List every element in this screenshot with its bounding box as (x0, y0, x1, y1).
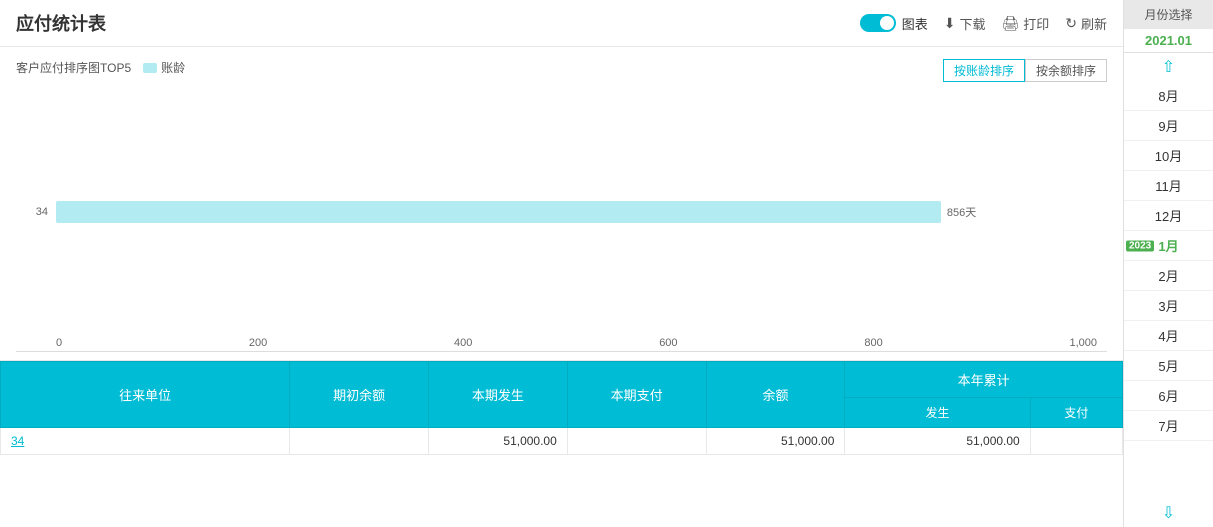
cell-opening (290, 428, 429, 455)
x-label-0: 0 (56, 337, 62, 349)
chart-sort-buttons: 按账龄排序 按余额排序 (943, 59, 1107, 82)
download-icon: ⬇ (944, 15, 956, 32)
bar-end-label-34: 856天 (947, 204, 976, 220)
year-badge: 2023 (1126, 240, 1154, 251)
x-label-400: 400 (454, 337, 472, 349)
cell-pay (567, 428, 706, 455)
sidebar-month-item[interactable]: 2月 (1124, 261, 1213, 291)
sidebar-month-item[interactable]: 8月 (1124, 81, 1213, 111)
sidebar-month-item[interactable]: 10月 (1124, 141, 1213, 171)
header-actions: 图表 ⬇ 下载 🖨 打印 ↻ 刷新 (860, 14, 1107, 33)
cell-balance: 51,000.00 (706, 428, 845, 455)
cell-ytd-occur: 51,000.00 (845, 428, 1030, 455)
table-section: 往来单位 期初余额 本期发生 本期支付 余额 本年累计 发生 支付 34 (0, 361, 1123, 527)
print-label: 打印 (1023, 14, 1049, 33)
chart-section: 客户应付排序图TOP5 账龄 按账龄排序 按余额排序 34 (0, 47, 1123, 361)
download-label: 下载 (959, 14, 985, 33)
chart-bar-area: 856天 (56, 92, 1097, 331)
col-ytd-pay-header: 支付 (1030, 398, 1122, 428)
chart-canvas: 34 856天 0 200 400 (16, 92, 1107, 352)
print-icon: 🖨 (1001, 15, 1019, 32)
table-row: 34 51,000.00 51,000.00 51,000.00 (1, 428, 1123, 455)
legend-box-age (143, 63, 157, 73)
bar-row-34: 856天 (56, 201, 1097, 223)
refresh-button[interactable]: ↻ 刷新 (1065, 14, 1107, 33)
chart-inner: 856天 0 200 400 600 800 1,000 (56, 92, 1097, 351)
sort-by-balance-btn[interactable]: 按账龄排序 (943, 59, 1025, 82)
chart-legend: 客户应付排序图TOP5 账龄 (16, 59, 185, 76)
unit-link[interactable]: 34 (11, 434, 24, 448)
bar-34 (56, 201, 941, 223)
legend-item-top5: 客户应付排序图TOP5 (16, 59, 131, 76)
sidebar-month-item[interactable]: 7月 (1124, 411, 1213, 441)
chart-toggle-wrap[interactable]: 图表 (860, 14, 928, 33)
sidebar-up-btn[interactable]: ⇧ (1124, 53, 1213, 81)
sidebar-month-item[interactable]: 5月 (1124, 351, 1213, 381)
sidebar-month-item[interactable]: 9月 (1124, 111, 1213, 141)
cell-ytd-pay (1030, 428, 1122, 455)
download-button[interactable]: ⬇ 下载 (944, 14, 986, 33)
col-balance-header: 余额 (706, 362, 845, 428)
chart-toggle[interactable] (860, 14, 896, 32)
chart-top-bar: 客户应付排序图TOP5 账龄 按账龄排序 按余额排序 (16, 59, 1107, 86)
legend-item-age: 账龄 (143, 59, 185, 76)
col-occur-header: 本期发生 (428, 362, 567, 428)
cell-occur: 51,000.00 (428, 428, 567, 455)
refresh-label: 刷新 (1081, 14, 1107, 33)
sidebar-months: 8月9月10月11月12月20231月2月3月4月5月6月7月 (1124, 81, 1213, 499)
chart-toggle-label: 图表 (902, 14, 928, 33)
data-table: 往来单位 期初余额 本期发生 本期支付 余额 本年累计 发生 支付 34 (0, 361, 1123, 455)
col-ytd-occur-header: 发生 (845, 398, 1030, 428)
print-button[interactable]: 🖨 打印 (1001, 14, 1049, 33)
x-label-1000: 1,000 (1069, 337, 1097, 349)
page-title: 应付统计表 (16, 10, 106, 36)
table-body: 34 51,000.00 51,000.00 51,000.00 (1, 428, 1123, 455)
cell-unit[interactable]: 34 (1, 428, 290, 455)
sidebar-month-item[interactable]: 3月 (1124, 291, 1213, 321)
col-pay-header: 本期支付 (567, 362, 706, 428)
sidebar-year-month: 2021.01 (1124, 29, 1213, 53)
x-label-600: 600 (659, 337, 677, 349)
refresh-icon: ↻ (1065, 15, 1077, 32)
x-label-800: 800 (864, 337, 882, 349)
chart-x-axis: 0 200 400 600 800 1,000 (56, 331, 1097, 351)
legend-top5-label: 客户应付排序图TOP5 (16, 59, 131, 76)
sidebar-month-item[interactable]: 6月 (1124, 381, 1213, 411)
sidebar-month-item[interactable]: 11月 (1124, 171, 1213, 201)
sidebar-month-item[interactable]: 4月 (1124, 321, 1213, 351)
sidebar-header: 月份选择 (1124, 0, 1213, 29)
col-opening-header: 期初余额 (290, 362, 429, 428)
col-ytd-header: 本年累计 (845, 362, 1123, 398)
sidebar-month-item[interactable]: 20231月 (1124, 231, 1213, 261)
sort-by-amount-btn[interactable]: 按余额排序 (1025, 59, 1107, 82)
chart-y-label: 34 (36, 206, 48, 218)
table-header-row: 往来单位 期初余额 本期发生 本期支付 余额 本年累计 (1, 362, 1123, 398)
x-label-200: 200 (249, 337, 267, 349)
sidebar-down-btn[interactable]: ⇩ (1124, 499, 1213, 527)
col-unit-header: 往来单位 (1, 362, 290, 428)
sidebar: 月份选择 2021.01 ⇧ 8月9月10月11月12月20231月2月3月4月… (1123, 0, 1213, 527)
page-header: 应付统计表 图表 ⬇ 下载 🖨 打印 ↻ 刷新 (0, 0, 1123, 47)
legend-age-label: 账龄 (161, 59, 185, 76)
sidebar-month-item[interactable]: 12月 (1124, 201, 1213, 231)
